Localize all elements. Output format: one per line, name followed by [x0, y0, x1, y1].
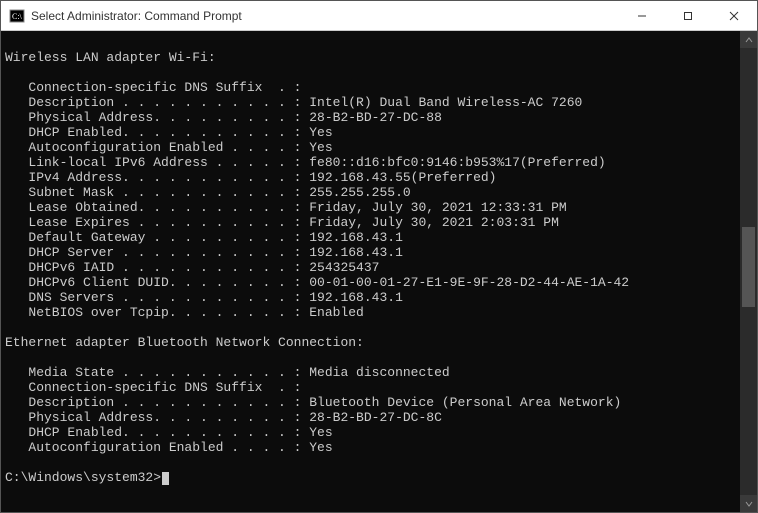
maximize-button[interactable]	[665, 1, 711, 31]
svg-text:C:\: C:\	[12, 12, 23, 21]
titlebar[interactable]: C:\ Select Administrator: Command Prompt	[1, 1, 757, 31]
cmd-icon: C:\	[9, 8, 25, 24]
close-button[interactable]	[711, 1, 757, 31]
terminal-output[interactable]: Wireless LAN adapter Wi-Fi: Connection-s…	[1, 31, 740, 512]
scroll-track[interactable]	[740, 48, 757, 495]
prompt[interactable]: C:\Windows\system32>	[5, 470, 169, 485]
command-prompt-window: C:\ Select Administrator: Command Prompt…	[0, 0, 758, 513]
scroll-up-button[interactable]	[740, 31, 757, 48]
scroll-down-button[interactable]	[740, 495, 757, 512]
minimize-button[interactable]	[619, 1, 665, 31]
window-title: Select Administrator: Command Prompt	[31, 9, 242, 23]
scroll-thumb[interactable]	[742, 227, 755, 307]
cursor	[162, 472, 169, 485]
scrollbar[interactable]	[740, 31, 757, 512]
